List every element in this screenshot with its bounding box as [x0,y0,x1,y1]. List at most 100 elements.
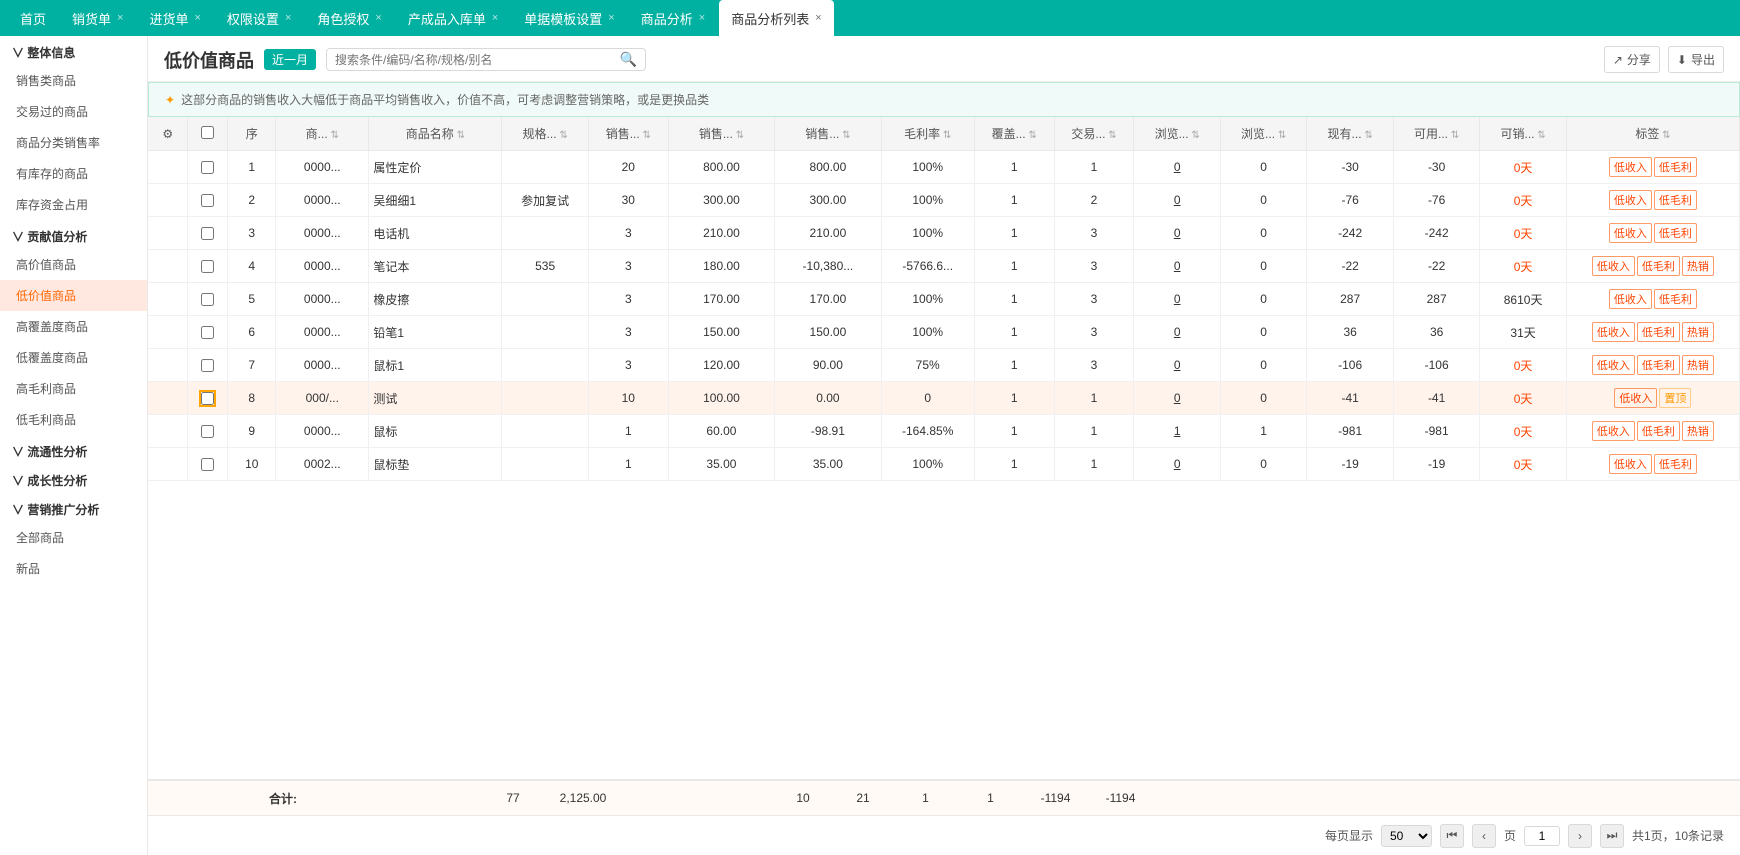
cell-r9-c9: 100% [881,448,974,481]
sidebar-item-低覆盖度商品[interactable]: 低覆盖度商品 [0,342,147,373]
sidebar-group-∨ 成长性分析[interactable]: ∨ 成长性分析 [0,464,147,493]
cell-r8-c2: 9 [228,415,276,448]
cell-r7-c8: 0.00 [775,382,881,415]
col-header-14[interactable]: 现有... ⇅ [1307,117,1393,151]
cell-r0-c8: 800.00 [775,151,881,184]
last-page-button[interactable]: ⏭ [1600,824,1624,848]
col-header-9[interactable]: 毛利率 ⇅ [881,117,974,151]
sidebar-group-∨ 整体信息[interactable]: ∨ 整体信息 [0,36,147,65]
nav-close-销货单[interactable]: × [117,12,123,24]
col-header-16[interactable]: 可销... ⇅ [1480,117,1566,151]
nav-item-商品分析列表[interactable]: 商品分析列表× [719,0,833,36]
nav-item-产成品入库单[interactable]: 产成品入库单× [396,0,510,36]
nav-close-单据模板设置[interactable]: × [608,12,614,24]
sidebar-item-有库存的商品[interactable]: 有库存的商品 [0,158,147,189]
sidebar-item-新品[interactable]: 新品 [0,553,147,584]
sidebar-item-商品分类销售率[interactable]: 商品分类销售率 [0,127,147,158]
nav-close-产成品入库单[interactable]: × [492,12,498,24]
footer-browse2: 1 [958,791,1023,805]
nav-item-销货单[interactable]: 销货单× [60,0,135,36]
nav-item-权限设置[interactable]: 权限设置× [215,0,303,36]
sidebar-group-∨ 营销推广分析[interactable]: ∨ 营销推广分析 [0,493,147,522]
cell-r5-c0 [148,316,188,349]
page-title: 低价值商品 [164,47,254,73]
nav-item-进货单[interactable]: 进货单× [137,0,212,36]
col-header-3[interactable]: 商... ⇅ [276,117,369,151]
nav-close-商品分析列表[interactable]: × [815,12,821,24]
browse-link[interactable]: 0 [1174,259,1181,273]
browse-link[interactable]: 0 [1174,325,1181,339]
sidebar-item-低毛利商品[interactable]: 低毛利商品 [0,404,147,435]
nav-item-单据模板设置[interactable]: 单据模板设置× [512,0,626,36]
col-header-15[interactable]: 可用... ⇅ [1393,117,1479,151]
prev-page-button[interactable]: ‹ [1472,824,1496,848]
row-checkbox-8[interactable] [201,425,214,438]
sidebar-item-销售类商品[interactable]: 销售类商品 [0,65,147,96]
col-header-6[interactable]: 销售... ⇅ [588,117,668,151]
browse-link[interactable]: 0 [1174,457,1181,471]
col-header-4[interactable]: 商品名称 ⇅ [369,117,502,151]
cell-r3-c6: 3 [588,250,668,283]
row-checkbox-0[interactable] [201,161,214,174]
row-checkbox-9[interactable] [201,458,214,471]
col-header-11[interactable]: 交易... ⇅ [1054,117,1134,151]
cell-r1-c11: 2 [1054,184,1134,217]
row-checkbox-2[interactable] [201,227,214,240]
footer-s1: 77 [483,791,543,805]
col-header-5[interactable]: 规格... ⇅ [502,117,588,151]
row-checkbox-5[interactable] [201,326,214,339]
cell-r0-c4: 属性定价 [369,151,502,184]
cell-r2-c3: 0000... [276,217,369,250]
share-button[interactable]: ↗ 分享 [1604,46,1660,73]
nav-close-权限设置[interactable]: × [285,12,291,24]
date-badge[interactable]: 近一月 [264,49,316,70]
first-page-button[interactable]: ⏮ [1440,824,1464,848]
sidebar-item-高毛利商品[interactable]: 高毛利商品 [0,373,147,404]
cell-r7-c15: -41 [1393,382,1479,415]
search-input[interactable] [335,53,616,67]
cell-r9-c12: 0 [1134,448,1220,481]
browse-link[interactable]: 1 [1174,424,1181,438]
nav-item-角色授权[interactable]: 角色授权× [305,0,393,36]
sidebar-item-全部商品[interactable]: 全部商品 [0,522,147,553]
select-all-checkbox[interactable] [201,126,214,139]
browse-link[interactable]: 0 [1174,160,1181,174]
col-header-7[interactable]: 销售... ⇅ [668,117,774,151]
browse-link[interactable]: 0 [1174,391,1181,405]
nav-close-进货单[interactable]: × [194,12,200,24]
sort-icon-7: ⇅ [733,130,744,141]
sidebar-item-高价值商品[interactable]: 高价值商品 [0,249,147,280]
next-page-button[interactable]: › [1568,824,1592,848]
nav-close-商品分析[interactable]: × [699,12,705,24]
sidebar-item-低价值商品[interactable]: 低价值商品 [0,280,147,311]
browse-link[interactable]: 0 [1174,226,1181,240]
row-checkbox-3[interactable] [201,260,214,273]
cell-r4-c0 [148,283,188,316]
nav-item-商品分析[interactable]: 商品分析× [629,0,717,36]
export-button[interactable]: ⬇ 导出 [1668,46,1724,73]
col-header-10[interactable]: 覆盖... ⇅ [974,117,1054,151]
sidebar-item-高覆盖度商品[interactable]: 高覆盖度商品 [0,311,147,342]
browse-link[interactable]: 0 [1174,358,1181,372]
sidebar-group-∨ 贡献值分析[interactable]: ∨ 贡献值分析 [0,220,147,249]
nav-item-首页[interactable]: 首页 [8,0,58,36]
col-header-12[interactable]: 浏览... ⇅ [1134,117,1220,151]
sidebar-group-∨ 流通性分析[interactable]: ∨ 流通性分析 [0,435,147,464]
sidebar-item-库存资金占用[interactable]: 库存资金占用 [0,189,147,220]
row-checkbox-4[interactable] [201,293,214,306]
col-header-17[interactable]: 标签 ⇅ [1566,117,1739,151]
cell-r0-c9: 100% [881,151,974,184]
per-page-select[interactable]: 50 100 [1381,825,1432,847]
row-checkbox-6[interactable] [201,359,214,372]
page-input[interactable] [1524,826,1560,846]
col-header-8[interactable]: 销售... ⇅ [775,117,881,151]
table-row: 40000...笔记本5353180.00-10,380...-5766.6..… [148,250,1740,283]
nav-close-角色授权[interactable]: × [375,12,381,24]
cell-r7-c12: 0 [1134,382,1220,415]
row-checkbox-1[interactable] [201,194,214,207]
browse-link[interactable]: 0 [1174,292,1181,306]
col-header-13[interactable]: 浏览... ⇅ [1220,117,1306,151]
browse-link[interactable]: 0 [1174,193,1181,207]
row-checkbox-7[interactable] [201,392,214,405]
sidebar-item-交易过的商品[interactable]: 交易过的商品 [0,96,147,127]
